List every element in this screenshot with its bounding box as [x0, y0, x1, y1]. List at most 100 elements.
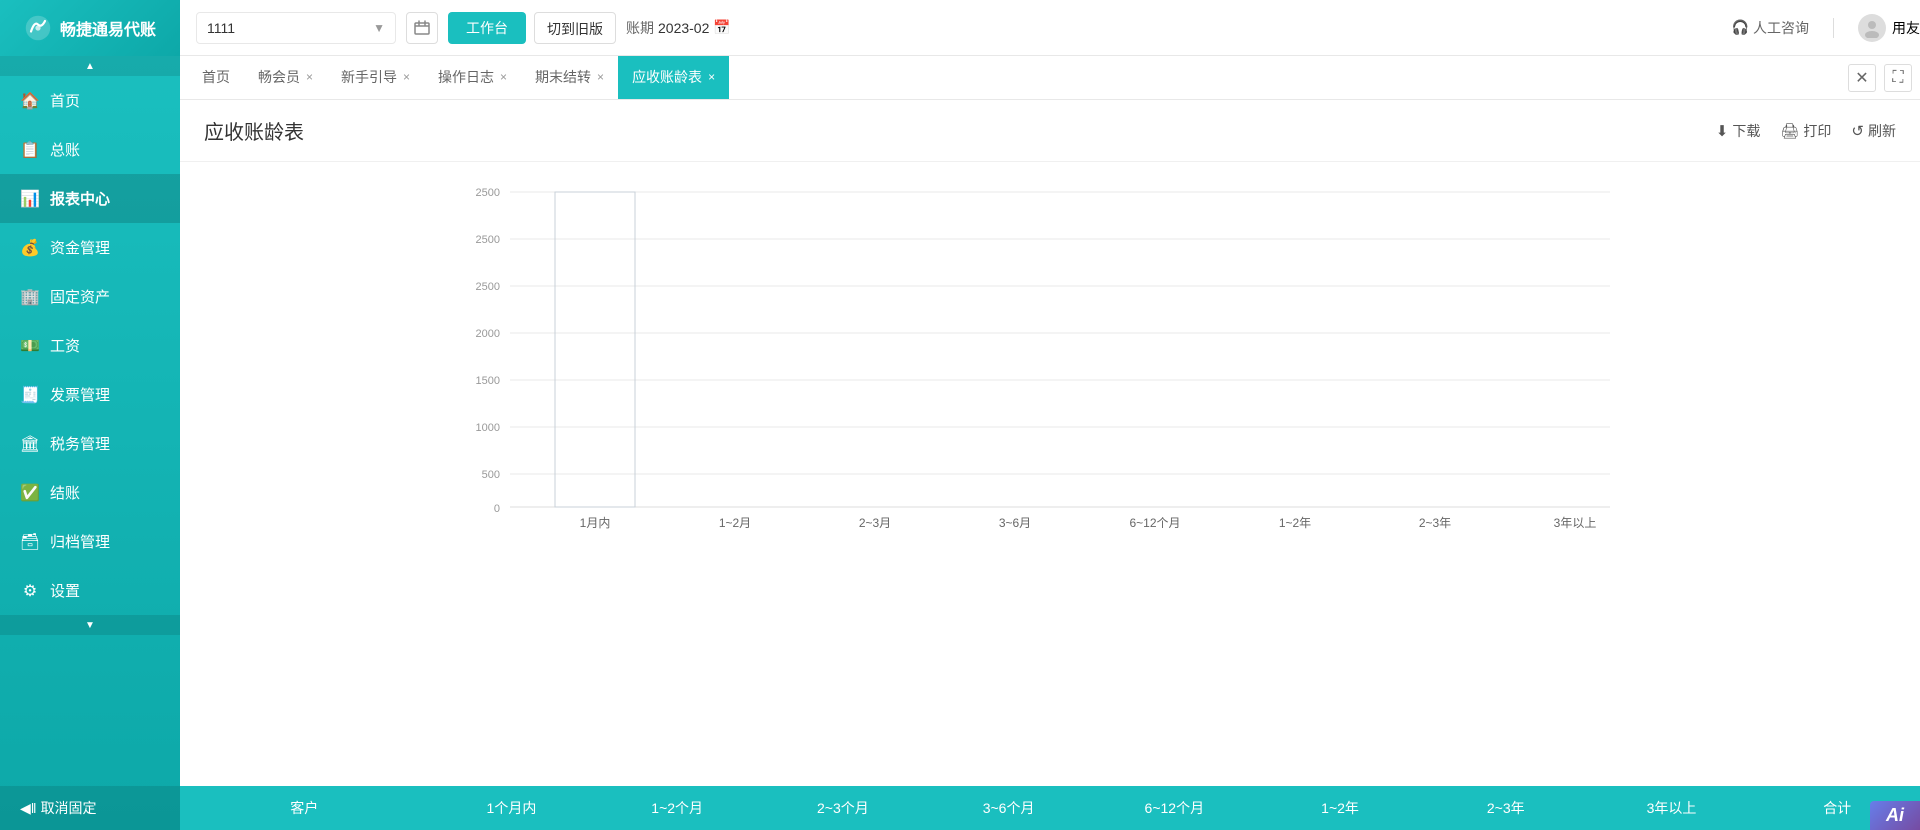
period-value: 2023-02 — [658, 20, 709, 36]
tab-guide[interactable]: 新手引导 × — [327, 56, 424, 99]
ledger-icon: 📋 — [20, 140, 40, 160]
print-label: 打印 — [1803, 121, 1831, 141]
sidebar-item-checkout[interactable]: ✅ 结账 — [0, 468, 180, 517]
svg-text:2~3月: 2~3月 — [859, 516, 891, 530]
svg-text:1000: 1000 — [476, 422, 500, 434]
period-label: 账期 — [626, 18, 654, 38]
tab-member-label: 畅会员 — [258, 67, 300, 87]
sidebar-item-archive[interactable]: 🗃 归档管理 — [0, 517, 180, 566]
svg-text:1~2年: 1~2年 — [1279, 516, 1311, 530]
consult-button[interactable]: 🎧 人工咨询 — [1732, 18, 1809, 38]
svg-text:3年以上: 3年以上 — [1554, 516, 1597, 530]
sidebar-label-checkout: 结账 — [50, 482, 80, 503]
tab-oplog-label: 操作日志 — [438, 67, 494, 87]
chart-container: 2500 2500 2500 2000 1500 1000 500 0 — [180, 162, 1920, 786]
invoice-icon: 🧾 — [20, 385, 40, 405]
download-label: 下载 — [1732, 121, 1760, 141]
col-3yplus: 3年以上 — [1589, 798, 1755, 818]
sidebar-scroll-down[interactable]: ▼ — [0, 615, 180, 635]
sidebar-pin-toggle[interactable]: ◀‖ 取消固定 — [0, 786, 180, 830]
tab-guide-close[interactable]: × — [403, 70, 410, 84]
company-selector[interactable]: 1111 ▼ — [196, 12, 396, 44]
checkout-icon: ✅ — [20, 483, 40, 503]
sidebar: ▲ 🏠 首页 📋 总账 📊 报表中心 💰 资金管理 🏢 固定资产 💵 工资 🧾 … — [0, 56, 180, 830]
tab-member[interactable]: 畅会员 × — [244, 56, 327, 99]
tab-ar-aging-label: 应收账龄表 — [632, 67, 702, 87]
logo: 畅捷通易代账 — [0, 0, 180, 56]
col-6-12m: 6~12个月 — [1091, 798, 1257, 818]
sidebar-label-fund: 资金管理 — [50, 237, 110, 258]
avatar — [1858, 14, 1886, 42]
company-name: 1111 — [207, 20, 373, 36]
col-1m: 1个月内 — [429, 798, 595, 818]
tax-icon: 🏛 — [20, 434, 40, 454]
svg-text:1月内: 1月内 — [580, 516, 611, 530]
sidebar-item-invoice[interactable]: 🧾 发票管理 — [0, 370, 180, 419]
ai-badge: Ai — [1870, 801, 1920, 830]
col-2-3y: 2~3年 — [1423, 798, 1589, 818]
page-content: 应收账龄表 ⬇ 下载 🖨 打印 ↺ 刷新 — [180, 100, 1920, 830]
asset-icon: 🏢 — [20, 287, 40, 307]
page-title: 应收账龄表 — [204, 116, 304, 145]
sidebar-label-tax: 税务管理 — [50, 433, 110, 454]
svg-text:0: 0 — [494, 503, 500, 515]
tab-expand-button[interactable]: ⛶ — [1884, 64, 1912, 92]
header-divider — [1833, 18, 1834, 38]
svg-text:1500: 1500 — [476, 375, 500, 387]
tab-member-close[interactable]: × — [306, 70, 313, 84]
archive-button[interactable] — [406, 12, 438, 44]
svg-text:500: 500 — [482, 469, 500, 481]
refresh-button[interactable]: ↺ 刷新 — [1851, 121, 1896, 141]
sidebar-label-invoice: 发票管理 — [50, 384, 110, 405]
tabs-bar: 首页 畅会员 × 新手引导 × 操作日志 × 期末结转 × 应收账龄表 × — [180, 56, 1920, 100]
settings-icon: ⚙ — [20, 581, 40, 601]
tab-close-button[interactable]: ✕ — [1848, 64, 1876, 92]
tab-oplog[interactable]: 操作日志 × — [424, 56, 521, 99]
download-button[interactable]: ⬇ 下载 — [1716, 121, 1761, 141]
sidebar-item-salary[interactable]: 💵 工资 — [0, 321, 180, 370]
salary-icon: 💵 — [20, 336, 40, 356]
pin-label: 取消固定 — [41, 798, 97, 818]
tab-period-end[interactable]: 期末结转 × — [521, 56, 618, 99]
sidebar-item-tax[interactable]: 🏛 税务管理 — [0, 419, 180, 468]
col-1-2m: 1~2个月 — [594, 798, 760, 818]
svg-text:2~3年: 2~3年 — [1419, 516, 1451, 530]
download-icon: ⬇ — [1716, 122, 1729, 140]
sidebar-item-asset[interactable]: 🏢 固定资产 — [0, 272, 180, 321]
user-area[interactable]: 用友 — [1858, 14, 1920, 42]
tab-home[interactable]: 首页 — [188, 56, 244, 99]
table-header: 客户 1个月内 1~2个月 2~3个月 3~6个月 6~12个月 1~2年 2~… — [180, 786, 1920, 830]
company-dropdown-icon: ▼ — [373, 21, 385, 35]
home-icon: 🏠 — [20, 91, 40, 111]
svg-text:1~2月: 1~2月 — [719, 516, 751, 530]
user-name: 用友 — [1892, 18, 1920, 38]
report-icon: 📊 — [20, 189, 40, 209]
sidebar-item-report[interactable]: 📊 报表中心 — [0, 174, 180, 223]
sidebar-item-fund[interactable]: 💰 资金管理 — [0, 223, 180, 272]
calendar-icon[interactable]: 📅 — [713, 19, 730, 36]
svg-text:3~6月: 3~6月 — [999, 516, 1031, 530]
sidebar-label-home: 首页 — [50, 90, 80, 111]
tab-ar-aging-close[interactable]: × — [708, 70, 715, 84]
page-actions: ⬇ 下载 🖨 打印 ↺ 刷新 — [1716, 121, 1896, 141]
ar-aging-chart: 2500 2500 2500 2000 1500 1000 500 0 — [200, 172, 1900, 552]
sidebar-item-ledger[interactable]: 📋 总账 — [0, 125, 180, 174]
sidebar-item-home[interactable]: 🏠 首页 — [0, 76, 180, 125]
workbench-button[interactable]: 工作台 — [448, 12, 526, 44]
print-button[interactable]: 🖨 打印 — [1780, 121, 1831, 141]
svg-text:2500: 2500 — [476, 234, 500, 246]
col-customer: 客户 — [180, 798, 429, 818]
tab-period-end-close[interactable]: × — [597, 70, 604, 84]
tab-guide-label: 新手引导 — [341, 67, 397, 87]
sidebar-scroll-up[interactable]: ▲ — [0, 56, 180, 76]
refresh-icon: ↺ — [1851, 122, 1864, 140]
sidebar-item-settings[interactable]: ⚙ 设置 — [0, 566, 180, 615]
sidebar-label-archive: 归档管理 — [50, 531, 110, 552]
version-button[interactable]: 切到旧版 — [534, 12, 616, 44]
tab-oplog-close[interactable]: × — [500, 70, 507, 84]
tab-ar-aging[interactable]: 应收账龄表 × — [618, 56, 729, 99]
pin-icon: ◀‖ — [20, 800, 37, 817]
sidebar-label-report: 报表中心 — [50, 188, 110, 209]
print-icon: 🖨 — [1780, 122, 1799, 140]
sidebar-label-ledger: 总账 — [50, 139, 80, 160]
